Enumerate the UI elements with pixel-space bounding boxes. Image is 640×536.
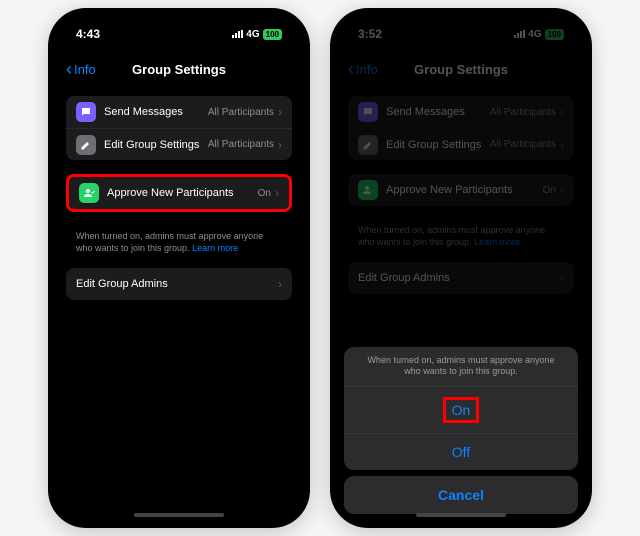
row-value: All Participants [208, 107, 274, 118]
sheet-group: When turned on, admins must approve anyo… [344, 347, 578, 470]
status-time: 3:52 [358, 27, 382, 41]
chevron-right-icon: › [278, 105, 282, 119]
row-send-messages[interactable]: Send Messages All Participants › [66, 96, 292, 128]
row-send-messages[interactable]: Send Messages All Participants › [348, 96, 574, 128]
section-permissions: Send Messages All Participants › Edit Gr… [66, 96, 292, 160]
footer-text: When turned on, admins must approve anyo… [348, 220, 574, 248]
chevron-left-icon: ‹ [348, 60, 354, 78]
phone-right: 3:52 4G 100 ‹ Info Group Settings Send M… [330, 8, 592, 528]
row-value: All Participants [208, 139, 274, 150]
page-title: Group Settings [132, 62, 226, 77]
row-label: Edit Group Admins [358, 272, 560, 284]
sheet-option-off[interactable]: Off [344, 434, 578, 470]
sheet-option-on[interactable]: On [344, 387, 578, 434]
nav-bar: ‹ Info Group Settings [338, 52, 584, 86]
section-admins: Edit Group Admins › [66, 268, 292, 300]
notch [141, 14, 217, 32]
approve-icon [358, 180, 378, 200]
sheet-cancel-button[interactable]: Cancel [344, 476, 578, 514]
chat-icon [76, 102, 96, 122]
battery-icon: 100 [263, 29, 282, 40]
row-label: Approve New Participants [107, 187, 258, 199]
chevron-right-icon: › [278, 138, 282, 152]
footer-text: When turned on, admins must approve anyo… [66, 226, 292, 254]
chevron-right-icon: › [560, 271, 564, 285]
notch [423, 14, 499, 32]
page-title: Group Settings [414, 62, 508, 77]
row-value: On [258, 188, 271, 199]
back-label: Info [74, 62, 96, 77]
learn-more-link[interactable]: Learn more [474, 237, 520, 247]
sheet-message: When turned on, admins must approve anyo… [344, 347, 578, 387]
signal-bars-icon [514, 30, 525, 38]
row-edit-group-admins[interactable]: Edit Group Admins › [348, 262, 574, 294]
signal-label: 4G [246, 29, 259, 40]
screen-right: 3:52 4G 100 ‹ Info Group Settings Send M… [338, 16, 584, 520]
section-permissions: Send Messages All Participants › Edit Gr… [348, 96, 574, 160]
approve-icon [79, 183, 99, 203]
section-approve-highlight: Approve New Participants On › [66, 174, 292, 212]
status-time: 4:43 [76, 27, 100, 41]
row-label: Send Messages [104, 106, 208, 118]
row-value: All Participants [490, 107, 556, 118]
back-label: Info [356, 62, 378, 77]
chevron-right-icon: › [560, 138, 564, 152]
signal-bars-icon [232, 30, 243, 38]
action-sheet: When turned on, admins must approve anyo… [338, 341, 584, 520]
content: Send Messages All Participants › Edit Gr… [338, 86, 584, 294]
section-approve: Approve New Participants On › [348, 174, 574, 206]
row-label: Edit Group Settings [386, 139, 490, 151]
row-label: Approve New Participants [386, 184, 543, 196]
home-indicator[interactable] [134, 513, 224, 517]
on-highlight: On [443, 397, 480, 423]
pencil-icon [76, 135, 96, 155]
battery-icon: 100 [545, 29, 564, 40]
row-label: Edit Group Admins [76, 278, 278, 290]
nav-bar: ‹ Info Group Settings [56, 52, 302, 86]
phone-left: 4:43 4G 100 ‹ Info Group Settings Send M… [48, 8, 310, 528]
screen-left: 4:43 4G 100 ‹ Info Group Settings Send M… [56, 16, 302, 520]
signal-label: 4G [528, 29, 541, 40]
row-label: Edit Group Settings [104, 139, 208, 151]
row-edit-group-settings[interactable]: Edit Group Settings All Participants › [66, 128, 292, 160]
row-value: On [543, 185, 556, 196]
content: Send Messages All Participants › Edit Gr… [56, 86, 302, 300]
back-button[interactable]: ‹ Info [66, 60, 96, 78]
chevron-left-icon: ‹ [66, 60, 72, 78]
learn-more-link[interactable]: Learn more [192, 243, 238, 253]
row-value: All Participants [490, 139, 556, 150]
chevron-right-icon: › [560, 183, 564, 197]
chevron-right-icon: › [560, 105, 564, 119]
back-button[interactable]: ‹ Info [348, 60, 378, 78]
row-edit-group-admins[interactable]: Edit Group Admins › [66, 268, 292, 300]
row-approve-participants[interactable]: Approve New Participants On › [69, 177, 289, 209]
pencil-icon [358, 135, 378, 155]
home-indicator[interactable] [416, 513, 506, 517]
status-right: 4G 100 [232, 29, 282, 40]
row-edit-group-settings[interactable]: Edit Group Settings All Participants › [348, 128, 574, 160]
section-admins: Edit Group Admins › [348, 262, 574, 294]
row-label: Send Messages [386, 106, 490, 118]
row-approve-participants[interactable]: Approve New Participants On › [348, 174, 574, 206]
chevron-right-icon: › [275, 186, 279, 200]
status-right: 4G 100 [514, 29, 564, 40]
chevron-right-icon: › [278, 277, 282, 291]
chat-icon [358, 102, 378, 122]
